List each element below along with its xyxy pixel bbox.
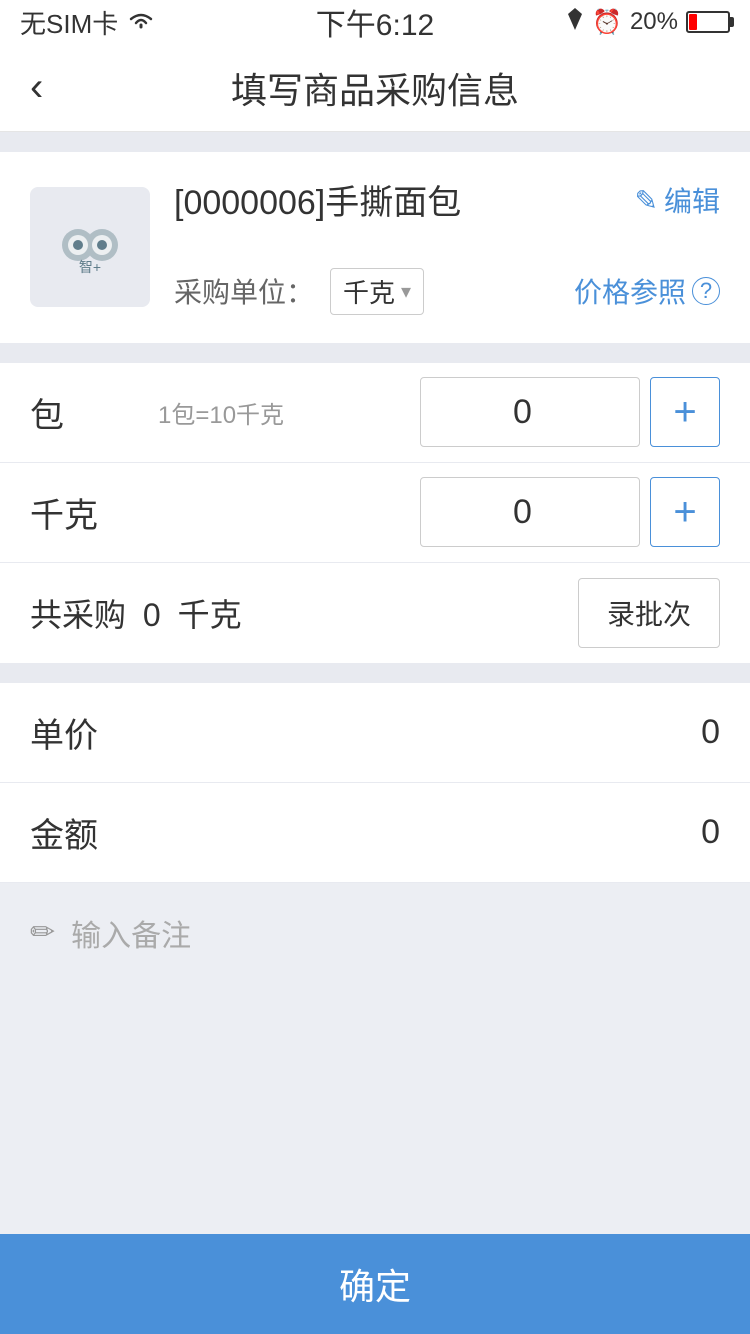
amount-value: 0: [701, 813, 720, 852]
section-divider-top: [0, 132, 750, 152]
alarm-icon: ⏰: [592, 8, 622, 37]
bag-sublabel: 1包=10千克: [158, 395, 284, 430]
product-image: 智+: [30, 187, 150, 307]
confirm-button[interactable]: 确定: [0, 1234, 750, 1334]
help-icon: ?: [692, 277, 720, 305]
edit-button[interactable]: ✎ 编辑: [635, 180, 720, 220]
unit-label: 采购单位：: [174, 271, 314, 311]
summary-unit: 千克: [178, 597, 242, 633]
remark-section[interactable]: ✏ 输入备注: [0, 883, 750, 983]
quantity-section: 包 1包=10千克 + 千克 +: [0, 363, 750, 563]
unit-select[interactable]: 千克 ▾: [330, 268, 424, 315]
bag-plus-button[interactable]: +: [650, 377, 720, 447]
kg-input-row: 千克 +: [0, 463, 750, 563]
bag-input-row: 包 1包=10千克 +: [0, 363, 750, 463]
dropdown-arrow-icon: ▾: [401, 279, 411, 304]
product-name: [0000006]手撕面包: [174, 180, 461, 228]
section-divider-mid: [0, 343, 750, 363]
wifi-icon: [126, 7, 156, 38]
summary-value: 0: [143, 597, 161, 633]
amount-row: 金额 0: [0, 783, 750, 883]
location-icon: [566, 8, 584, 37]
pencil-icon: ✏: [30, 915, 55, 950]
page-title: 填写商品采购信息: [231, 62, 519, 114]
section-divider-bottom: [0, 663, 750, 683]
kg-plus-button[interactable]: +: [650, 477, 720, 547]
unit-price-value: 0: [701, 713, 720, 752]
kg-label: 千克: [30, 488, 150, 537]
svg-text:智+: 智+: [79, 259, 101, 275]
summary-row: 共采购 0 千克 录批次: [0, 563, 750, 663]
product-card: 智+ [0000006]手撕面包 ✎ 编辑 采购单位： 千克 ▾ 价格参照 ?: [0, 152, 750, 343]
back-button[interactable]: ‹: [20, 55, 53, 120]
status-bar: 无SIM卡 下午6:12 ⏰ 20%: [0, 0, 750, 44]
nav-bar: ‹ 填写商品采购信息: [0, 44, 750, 132]
battery-icon: [686, 11, 730, 33]
price-ref-label: 价格参照: [574, 271, 686, 311]
price-reference-button[interactable]: 价格参照 ?: [574, 271, 720, 311]
unit-price-label: 单价: [30, 708, 130, 757]
carrier-text: 无SIM卡: [20, 4, 118, 41]
unit-value: 千克: [343, 273, 395, 310]
edit-label: 编辑: [664, 180, 720, 220]
bag-input[interactable]: [420, 377, 640, 447]
summary-text: 共采购 0 千克: [30, 590, 578, 636]
batch-button[interactable]: 录批次: [578, 578, 720, 648]
bag-label: 包: [30, 388, 150, 437]
summary-label: 共采购: [30, 597, 126, 633]
edit-icon: ✎: [635, 184, 658, 217]
status-right: ⏰ 20%: [566, 8, 730, 37]
product-info: [0000006]手撕面包 ✎ 编辑 采购单位： 千克 ▾ 价格参照 ?: [174, 180, 720, 315]
unit-price-row: 单价 0: [0, 683, 750, 783]
amount-label: 金额: [30, 808, 130, 857]
kg-input[interactable]: [420, 477, 640, 547]
remark-placeholder: 输入备注: [71, 911, 191, 955]
battery-percent: 20%: [630, 8, 678, 36]
price-info-section: 单价 0 金额 0: [0, 683, 750, 883]
status-left: 无SIM卡: [20, 4, 156, 41]
status-time: 下午6:12: [316, 0, 434, 44]
